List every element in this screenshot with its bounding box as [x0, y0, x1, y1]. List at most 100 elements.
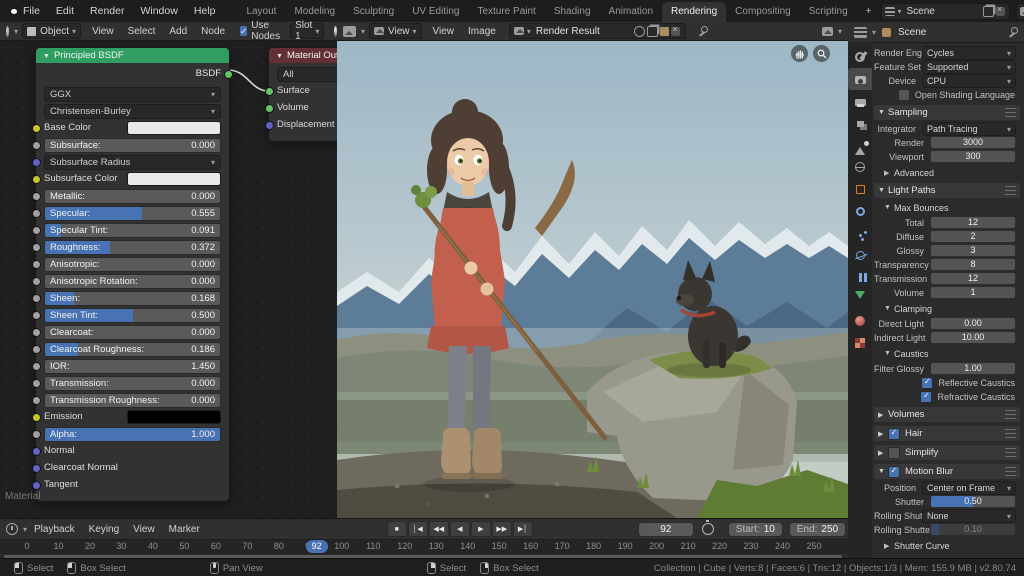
topbar-menu-item[interactable]: File: [15, 5, 48, 17]
property-row[interactable]: Position Center on Frame Center on Frame…: [874, 481, 1020, 494]
property-row[interactable]: ▼ Clamping: [874, 302, 1020, 315]
timeline-menu-item[interactable]: Playback: [27, 524, 82, 535]
workspace-tab[interactable]: UV Editing: [403, 2, 468, 22]
render[interactable]: [848, 68, 872, 90]
constraints[interactable]: [848, 266, 872, 288]
panel-arrow-icon[interactable]: ▼: [878, 468, 888, 475]
node-input-socket[interactable]: [265, 104, 274, 113]
output[interactable]: [848, 90, 872, 112]
workspace-tab[interactable]: +: [857, 2, 881, 22]
panel-menu-icon[interactable]: [1005, 467, 1016, 476]
color-swatch[interactable]: [127, 410, 221, 424]
property-number-field[interactable]: 300: [930, 150, 1016, 163]
property-dropdown[interactable]: None: [922, 509, 1016, 523]
property-checkbox[interactable]: [898, 89, 910, 101]
new-image-icon[interactable]: [647, 26, 658, 37]
jump-to-end-button[interactable]: ▶│: [513, 521, 533, 537]
property-dropdown[interactable]: Path Tracing: [922, 122, 1016, 136]
image-editor-icon[interactable]: [343, 26, 356, 37]
property-row[interactable]: ▼ Light Paths: [874, 183, 1020, 198]
pin-icon[interactable]: [1008, 27, 1018, 37]
timeline-menu-item[interactable]: Marker: [162, 524, 207, 535]
property-dropdown[interactable]: Cycles: [922, 46, 1016, 60]
property-number-field[interactable]: 3: [930, 244, 1016, 257]
current-frame-indicator[interactable]: 92: [306, 540, 328, 553]
node-enum-dropdown[interactable]: Christensen-Burley: [44, 104, 221, 119]
workspace-tab[interactable]: Sculpting: [344, 2, 403, 22]
physics[interactable]: [848, 244, 872, 266]
node-input-socket[interactable]: [32, 379, 41, 388]
property-row[interactable]: Rolling Shutter Dur.. 0.10 0.10 0.10: [874, 523, 1020, 536]
timeline-menu-item[interactable]: Keying: [82, 524, 127, 535]
panel-arrow-icon[interactable]: ▶: [884, 169, 894, 177]
node-input-socket[interactable]: [265, 87, 274, 96]
tool[interactable]: [848, 46, 872, 68]
property-number-field[interactable]: 10.00: [930, 331, 1016, 344]
property-number-field[interactable]: 8: [930, 258, 1016, 271]
property-slider[interactable]: 0.10: [930, 523, 1016, 536]
property-row[interactable]: Diffuse 2 2 2: [874, 230, 1020, 243]
property-number-field[interactable]: 1.00: [930, 362, 1016, 375]
property-row[interactable]: ▼ Motion Blur: [874, 464, 1020, 479]
property-row[interactable]: Shutter 0.50 0.50 0.50: [874, 495, 1020, 508]
node-input-socket[interactable]: [265, 121, 274, 130]
node-enum-dropdown[interactable]: Subsurface Radius: [44, 155, 221, 170]
node-input-socket[interactable]: [32, 175, 41, 184]
node-input-socket[interactable]: [32, 311, 41, 320]
pause-button[interactable]: ■: [387, 521, 407, 537]
object[interactable]: [848, 178, 872, 200]
view-layer-selector[interactable]: View Layer: [1016, 3, 1024, 20]
object-data[interactable]: [848, 288, 872, 310]
property-row[interactable]: Refractive Caustics: [874, 390, 1020, 403]
property-row[interactable]: Render Engine Cycles Cycles Cycles: [874, 46, 1020, 59]
topbar-menu-item[interactable]: Render: [82, 5, 132, 17]
node-value-slider[interactable]: IOR:1.450: [44, 359, 221, 374]
display-channels-icon[interactable]: [822, 27, 833, 36]
image-mode-dropdown[interactable]: View: [369, 23, 422, 39]
property-row[interactable]: ▶ Advanced: [874, 166, 1020, 179]
node-input-socket[interactable]: [32, 209, 41, 218]
unlink-image-icon[interactable]: [671, 27, 680, 36]
new-scene-icon[interactable]: [983, 6, 994, 17]
color-swatch[interactable]: [127, 121, 221, 135]
workspace-tab[interactable]: Animation: [600, 2, 662, 22]
node-value-slider[interactable]: Sheen Tint:0.500: [44, 308, 221, 323]
principled-bsdf-node[interactable]: ▼Principled BSDF BSDF GGX GGX GGX GGX: [35, 47, 230, 502]
property-row[interactable]: Integrator Path Tracing Path Tracing Pat…: [874, 122, 1020, 135]
collapse-icon[interactable]: ▼: [43, 53, 50, 60]
panel-arrow-icon[interactable]: ▶: [878, 430, 888, 438]
shader-menu-item[interactable]: Node: [194, 26, 232, 37]
node-input-socket[interactable]: [32, 413, 41, 422]
property-row[interactable]: ▶ Hair: [874, 426, 1020, 441]
topbar-menu-item[interactable]: Edit: [48, 5, 82, 17]
node-input-socket[interactable]: [32, 226, 41, 235]
panel-arrow-icon[interactable]: ▶: [878, 449, 888, 457]
play-button[interactable]: ▶: [471, 521, 491, 537]
workspace-tab[interactable]: Shading: [545, 2, 600, 22]
panel-arrow-icon[interactable]: ▼: [878, 187, 888, 194]
shader-menu-item[interactable]: View: [85, 26, 121, 37]
use-nodes-checkbox[interactable]: ✓: [240, 26, 247, 36]
node-value-slider[interactable]: Alpha:1.000: [44, 427, 221, 442]
node-value-slider[interactable]: Transmission:0.000: [44, 376, 221, 391]
property-row[interactable]: Volume 1 1 1: [874, 286, 1020, 299]
shader-editor-icon[interactable]: [6, 26, 9, 37]
texture[interactable]: [848, 332, 872, 354]
node-input-socket[interactable]: [32, 260, 41, 269]
property-number-field[interactable]: 1: [930, 286, 1016, 299]
node-value-slider[interactable]: Specular Tint:0.091: [44, 223, 221, 238]
workspace-tab[interactable]: Modeling: [285, 2, 344, 22]
image-menu-item[interactable]: View: [426, 26, 462, 37]
node-input-socket[interactable]: [32, 192, 41, 201]
property-row[interactable]: ▼ Max Bounces: [874, 201, 1020, 214]
play-reverse-button[interactable]: ◀: [450, 521, 470, 537]
property-checkbox[interactable]: [921, 377, 933, 389]
property-row[interactable]: Total 12 12 12: [874, 216, 1020, 229]
panel-menu-icon[interactable]: [1005, 448, 1016, 457]
property-row[interactable]: Viewport 300 300 300: [874, 150, 1020, 163]
node-value-slider[interactable]: Clearcoat Roughness:0.186: [44, 342, 221, 357]
property-dropdown[interactable]: CPU: [922, 74, 1016, 88]
node-canvas[interactable]: ▼Principled BSDF BSDF GGX GGX GGX GGX: [0, 40, 337, 518]
node-header[interactable]: ▼Material Output: [269, 48, 337, 63]
node-value-slider[interactable]: Transmission Roughness:0.000: [44, 393, 221, 408]
